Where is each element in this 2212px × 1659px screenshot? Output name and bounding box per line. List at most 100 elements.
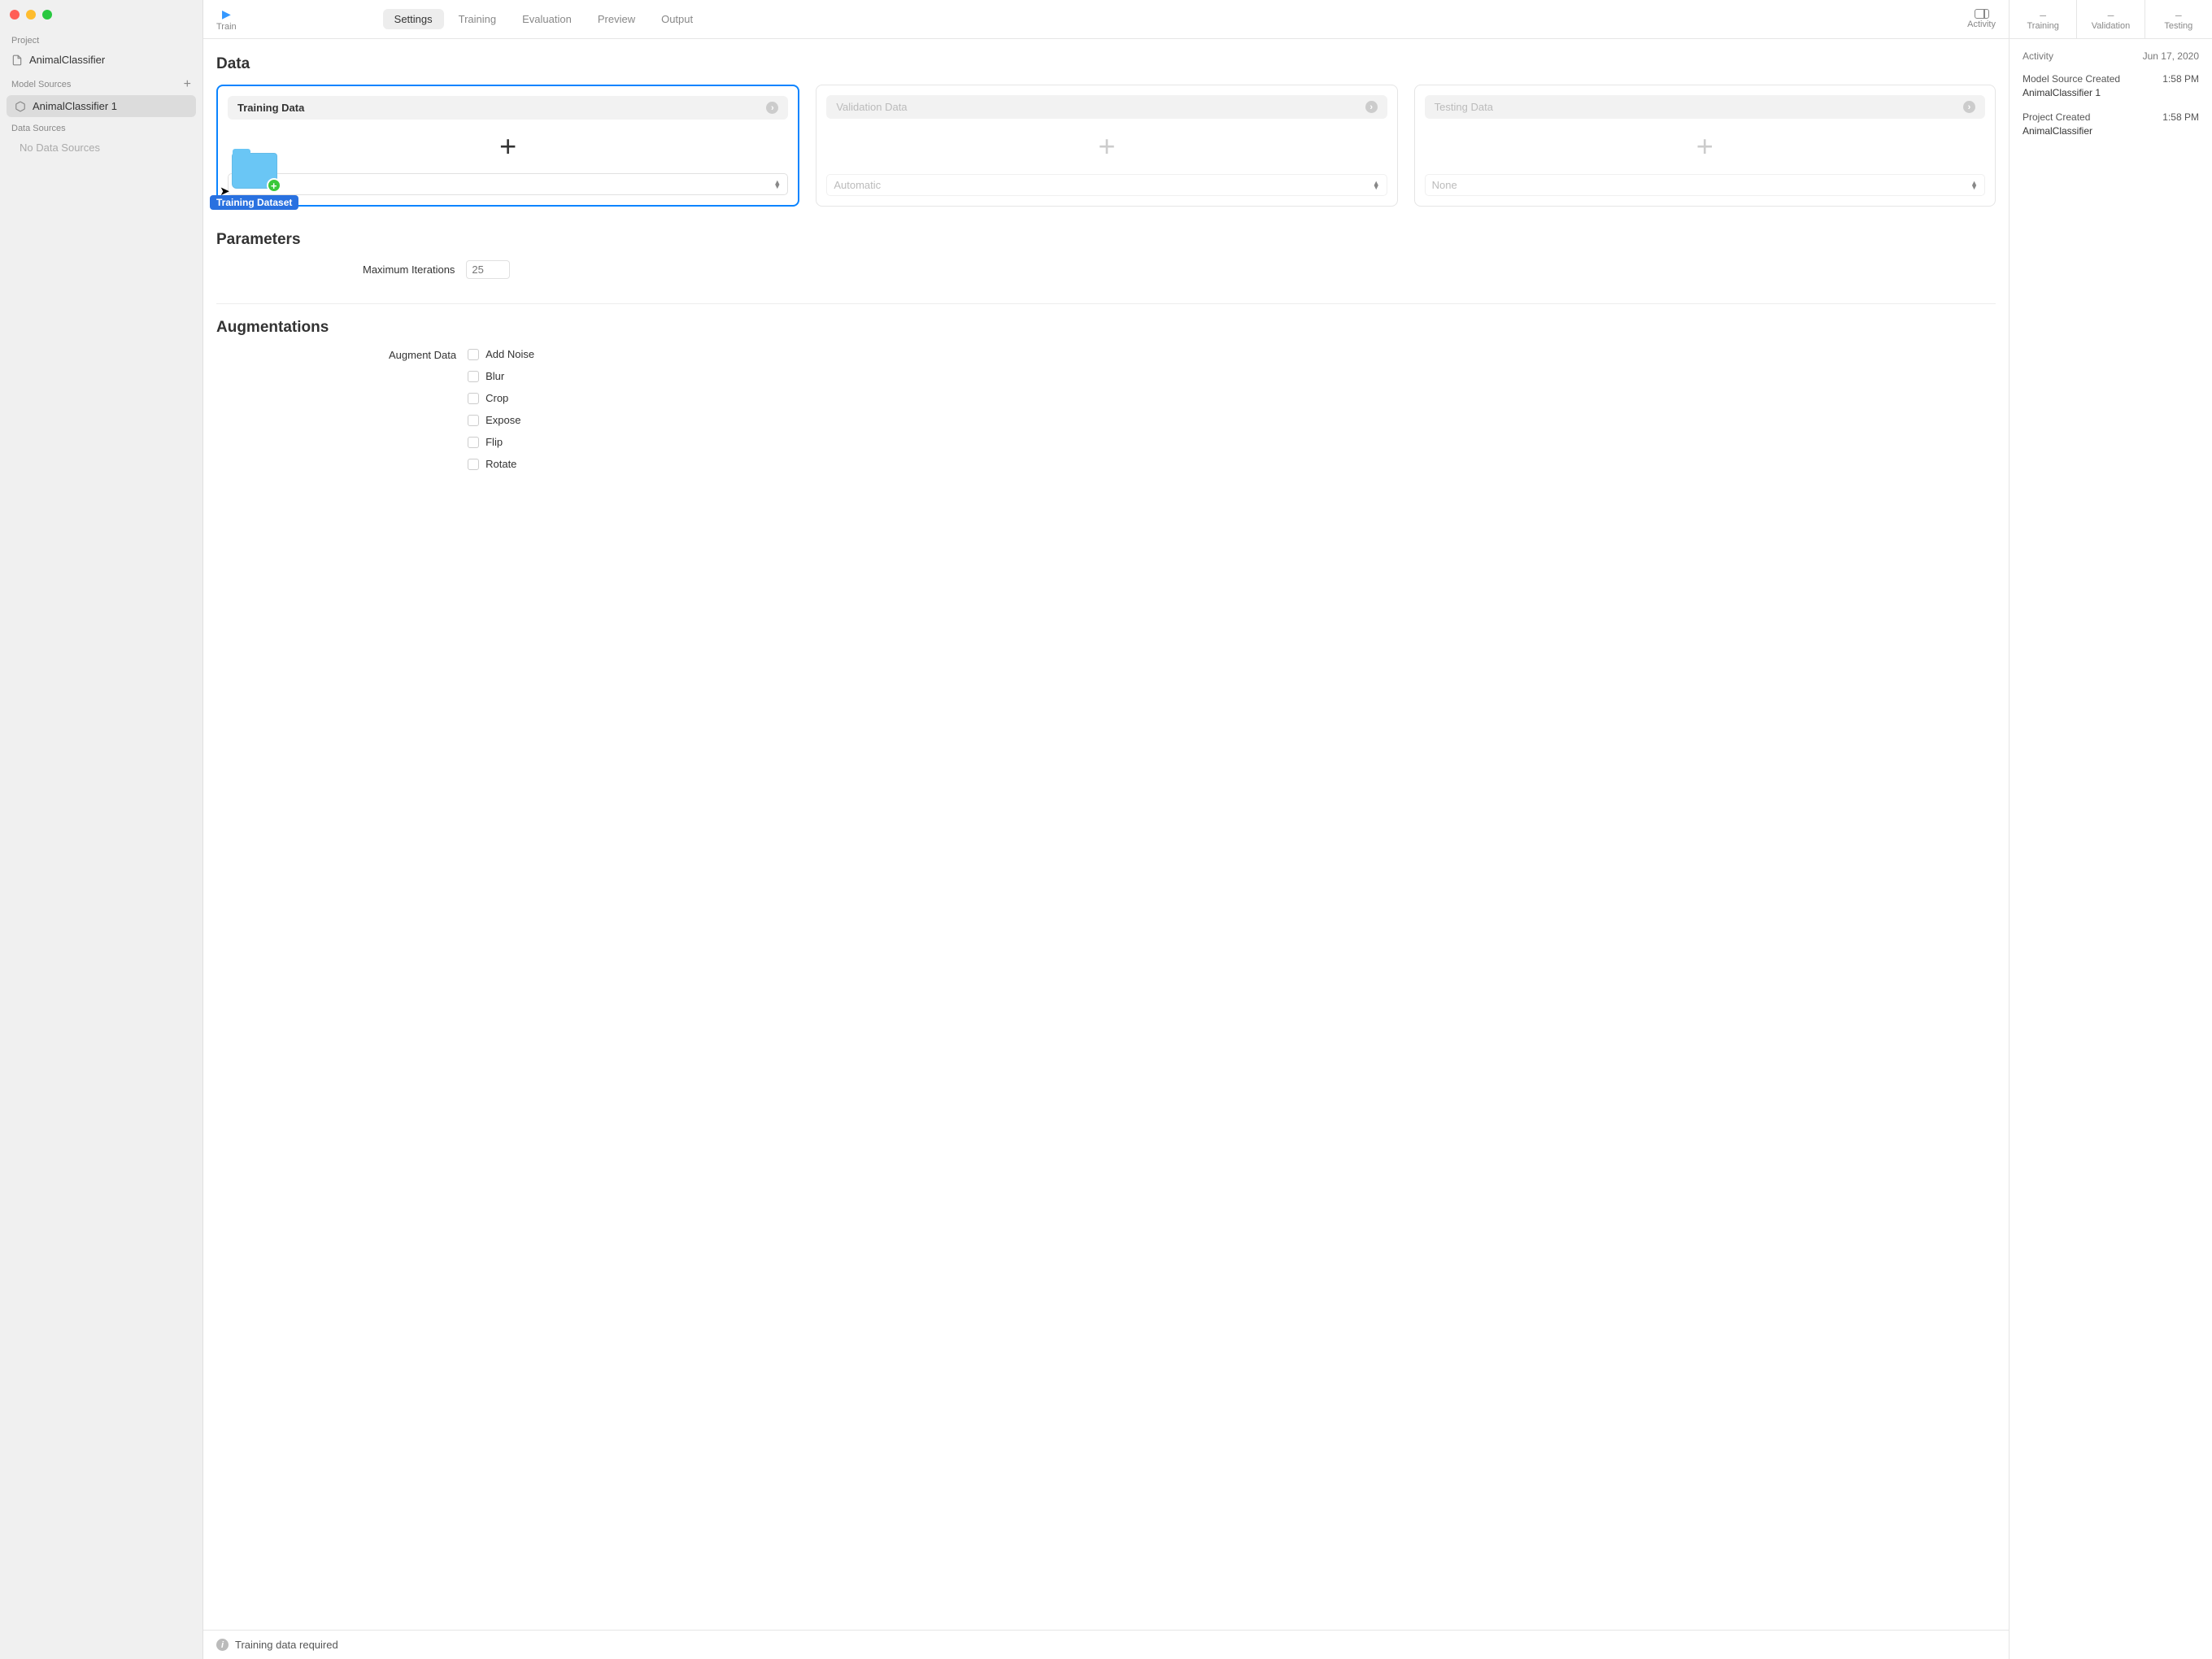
option-label: Add Noise [486, 348, 534, 360]
content-area: Data + Training Dataset ➤ Training Data … [203, 39, 2009, 1630]
minimize-window-button[interactable] [26, 10, 36, 20]
plus-icon: + [1696, 129, 1713, 163]
option-label: Expose [486, 414, 520, 426]
validation-data-select[interactable]: Automatic ▲▼ [826, 174, 1387, 196]
option-label: Crop [486, 392, 508, 404]
activity-panel: – Training – Validation – Testing Activi… [2009, 0, 2212, 1659]
training-data-dropzone[interactable]: + [499, 129, 516, 163]
checkbox[interactable] [468, 371, 479, 382]
training-data-select[interactable]: Choose ▲▼ [228, 173, 788, 195]
model-source-name: AnimalClassifier 1 [33, 100, 117, 112]
augment-option-add-noise[interactable]: Add Noise [468, 348, 534, 360]
activity-entry-subtitle: AnimalClassifier [2023, 125, 2199, 137]
checkbox[interactable] [468, 393, 479, 404]
augmentations-row: Augment Data Add Noise Blur Crop Expose … [389, 348, 1996, 470]
plus-icon: + [1098, 129, 1115, 163]
training-data-detail-button[interactable] [766, 102, 778, 114]
sidebar-item-project[interactable]: AnimalClassifier [0, 49, 202, 71]
augmentations-section-title: Augmentations [216, 319, 1996, 337]
activity-entry-time: 1:58 PM [2162, 73, 2199, 85]
status-bar: i Training data required [203, 1630, 2009, 1659]
info-icon: i [216, 1639, 229, 1651]
validation-data-select-value: Automatic [834, 179, 881, 191]
option-label: Rotate [486, 458, 516, 470]
max-iterations-row: Maximum Iterations [363, 260, 1996, 279]
validation-data-detail-button[interactable] [1365, 101, 1378, 113]
close-window-button[interactable] [10, 10, 20, 20]
activity-entry-project-created: Project Created 1:58 PM AnimalClassifier [2010, 108, 2212, 146]
augment-option-crop[interactable]: Crop [468, 392, 534, 404]
testing-data-select-value: None [1432, 179, 1457, 191]
drag-folder-overlay: + Training Dataset ➤ [210, 153, 298, 210]
main-tabs: Settings Training Evaluation Preview Out… [383, 9, 704, 29]
activity-tab-validation[interactable]: – Validation [2077, 0, 2145, 38]
augment-option-expose[interactable]: Expose [468, 414, 534, 426]
activity-toggle-button[interactable]: Activity [1967, 9, 1996, 29]
training-metric-label: Training [2027, 21, 2058, 31]
testing-data-select[interactable]: None ▲▼ [1425, 174, 1985, 196]
data-cards-row: + Training Dataset ➤ Training Data + Cho… [216, 85, 1996, 207]
project-name: AnimalClassifier [29, 54, 105, 66]
sidebar: Project AnimalClassifier Model Sources +… [0, 0, 203, 1659]
sidebar-item-model-source[interactable]: AnimalClassifier 1 [7, 95, 196, 117]
augment-option-flip[interactable]: Flip [468, 436, 534, 448]
divider [216, 303, 1996, 304]
activity-entry-title: Model Source Created [2023, 73, 2120, 85]
fullscreen-window-button[interactable] [42, 10, 52, 20]
model-sources-header: Model Sources + [0, 71, 202, 95]
parameters-section-title: Parameters [216, 231, 1996, 249]
add-model-source-button[interactable]: + [184, 77, 191, 92]
validation-data-header: Validation Data [826, 95, 1387, 119]
training-data-header: Training Data [228, 96, 788, 120]
testing-data-header: Testing Data [1425, 95, 1985, 119]
project-header-label: Project [11, 36, 39, 46]
training-metric-value: – [2040, 8, 2046, 21]
activity-tab-training[interactable]: – Training [2010, 0, 2077, 38]
validation-data-dropzone[interactable]: + [1098, 128, 1115, 164]
testing-data-card[interactable]: Testing Data + None ▲▼ [1414, 85, 1996, 207]
activity-entry-time: 1:58 PM [2162, 111, 2199, 123]
activity-entry-title: Project Created [2023, 111, 2090, 123]
cursor-icon: ➤ [220, 184, 230, 198]
activity-metric-tabs: – Training – Validation – Testing [2010, 0, 2212, 39]
tab-preview[interactable]: Preview [586, 9, 647, 29]
augment-option-rotate[interactable]: Rotate [468, 458, 534, 470]
checkbox[interactable] [468, 349, 479, 360]
main-area: ▶ Train Settings Training Evaluation Pre… [203, 0, 2009, 1659]
checkbox[interactable] [468, 437, 479, 448]
training-data-title: Training Data [237, 102, 304, 114]
data-sources-header: Data Sources [0, 117, 202, 137]
cube-icon [15, 101, 26, 112]
panel-icon [1975, 9, 1989, 19]
plus-icon: + [499, 129, 516, 163]
checkbox[interactable] [468, 415, 479, 426]
train-label: Train [216, 22, 237, 32]
data-section-title: Data [216, 55, 1996, 73]
activity-entry-subtitle: AnimalClassifier 1 [2023, 87, 2199, 98]
folder-icon: + [232, 153, 277, 189]
project-section-header: Project [0, 29, 202, 49]
augment-option-blur[interactable]: Blur [468, 370, 534, 382]
tab-training[interactable]: Training [447, 9, 507, 29]
max-iterations-input[interactable] [466, 260, 510, 279]
testing-metric-value: – [2175, 8, 2182, 21]
testing-data-title: Testing Data [1435, 101, 1493, 113]
testing-data-detail-button[interactable] [1963, 101, 1975, 113]
checkbox[interactable] [468, 459, 479, 470]
chevron-updown-icon: ▲▼ [1970, 181, 1978, 189]
tab-evaluation[interactable]: Evaluation [511, 9, 583, 29]
testing-data-dropzone[interactable]: + [1696, 128, 1713, 164]
add-badge-icon: + [267, 178, 281, 193]
tab-settings[interactable]: Settings [383, 9, 444, 29]
option-label: Flip [486, 436, 503, 448]
toolbar: ▶ Train Settings Training Evaluation Pre… [203, 0, 2009, 39]
activity-tab-testing[interactable]: – Testing [2145, 0, 2212, 38]
activity-header-date: Jun 17, 2020 [2143, 50, 2199, 62]
tab-output[interactable]: Output [650, 9, 704, 29]
augment-options: Add Noise Blur Crop Expose Flip Rotate [468, 348, 534, 470]
training-data-card[interactable]: + Training Dataset ➤ Training Data + Cho… [216, 85, 799, 207]
train-button[interactable]: ▶ Train [216, 7, 237, 32]
testing-metric-label: Testing [2164, 21, 2192, 31]
activity-toggle-label: Activity [1967, 20, 1996, 29]
validation-data-card[interactable]: Validation Data + Automatic ▲▼ [816, 85, 1397, 207]
